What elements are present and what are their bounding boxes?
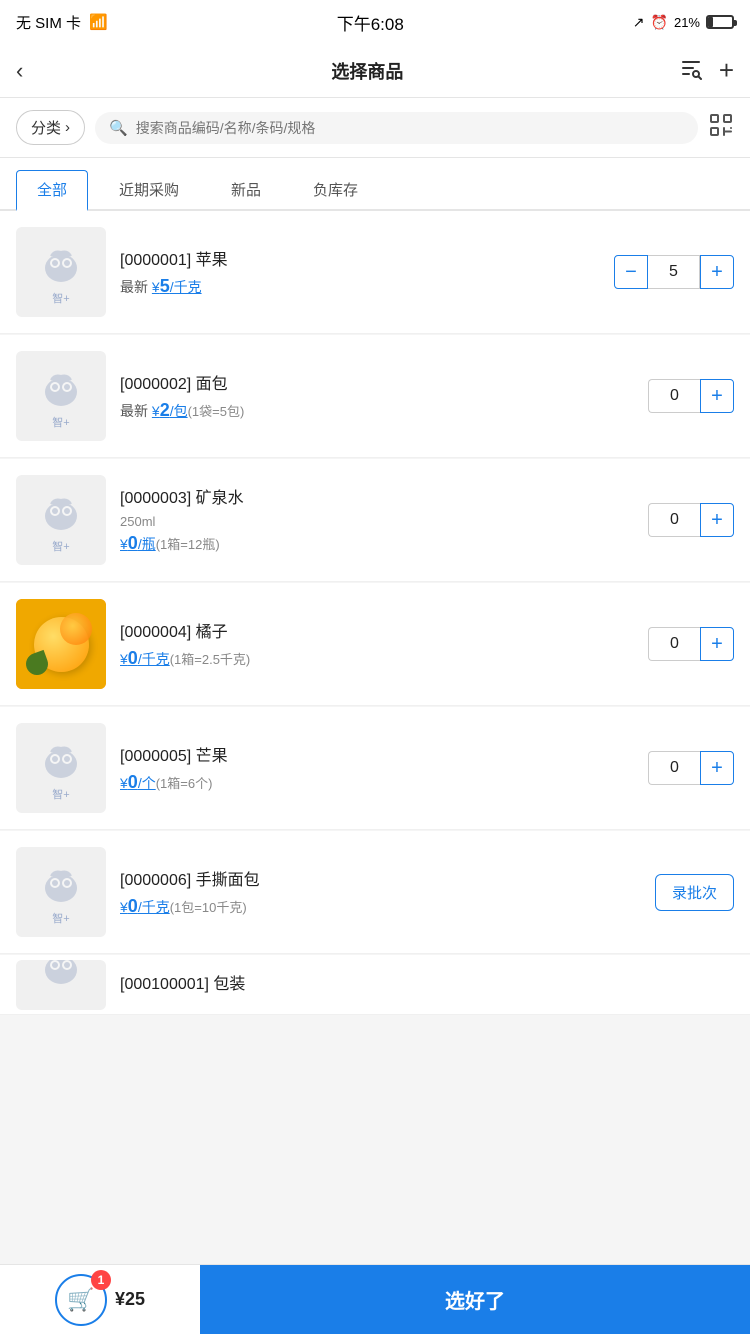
qty-plus-button[interactable]: + (700, 627, 734, 661)
filter-icon[interactable] (679, 56, 703, 86)
product-price: ¥0/千克(1箱=2.5千克) (120, 648, 634, 669)
product-name: [0000002] 面包 (120, 370, 634, 394)
qty-input[interactable] (648, 627, 700, 661)
qty-control: + (648, 751, 734, 785)
qty-plus-button[interactable]: + (700, 379, 734, 413)
status-left: 无 SIM 卡 📶 (16, 12, 108, 33)
product-item: 智+ [0000006] 手撕面包 ¥0/千克(1包=10千克) 录批次 (0, 831, 750, 954)
product-item: 智+ [0000003] 矿泉水 250ml ¥0/瓶(1箱=12瓶) + (0, 459, 750, 582)
status-bar: 无 SIM 卡 📶 下午6:08 ↗ ⏰ 21% (0, 0, 750, 44)
product-price: ¥0/千克(1包=10千克) (120, 896, 641, 917)
category-label: 分类 (31, 117, 61, 138)
product-info: [0000001] 苹果 最新 ¥5/千克 (120, 246, 600, 299)
product-item: [0000004] 橘子 ¥0/千克(1箱=2.5千克) + (0, 583, 750, 706)
product-info: [0000005] 芒果 ¥0/个(1箱=6个) (120, 742, 634, 795)
status-right: ↗ ⏰ 21% (633, 14, 734, 31)
tab-recent[interactable]: 近期采购 (98, 170, 200, 209)
page-title: 选择商品 (331, 58, 403, 84)
qty-input[interactable] (648, 255, 700, 289)
bottom-bar: 🛒 1 ¥25 选好了 (0, 1264, 750, 1334)
cart-total: ¥25 (115, 1289, 145, 1310)
cart-icon-symbol: 🛒 (67, 1287, 94, 1313)
product-image (16, 960, 106, 1010)
qty-control: + (648, 503, 734, 537)
product-name: [000100001] 包装 (120, 970, 734, 994)
product-info: [0000004] 橘子 ¥0/千克(1箱=2.5千克) (120, 618, 634, 671)
nav-bar: ‹ 选择商品 + (0, 44, 750, 98)
product-name: [0000006] 手撕面包 (120, 866, 641, 890)
battery-label: 21% (674, 15, 700, 30)
search-icon: 🔍 (109, 119, 128, 137)
product-name: [0000001] 苹果 (120, 246, 600, 270)
search-input[interactable] (136, 120, 684, 136)
carrier-label: 无 SIM 卡 (16, 12, 81, 33)
product-info: [000100001] 包装 (120, 970, 734, 1000)
product-name: [0000004] 橘子 (120, 618, 634, 642)
location-icon: ↗ (633, 14, 645, 31)
product-info: [0000002] 面包 最新 ¥2/包(1袋=5包) (120, 370, 634, 423)
product-info: [0000006] 手撕面包 ¥0/千克(1包=10千克) (120, 866, 641, 919)
tab-bar: 全部 近期采购 新品 负库存 (0, 158, 750, 211)
product-list: 智+ [0000001] 苹果 最新 ¥5/千克 − + (0, 211, 750, 1015)
product-price: ¥0/瓶(1箱=12瓶) (120, 533, 634, 554)
product-item: 智+ [0000005] 芒果 ¥0/个(1箱=6个) + (0, 707, 750, 830)
confirm-button[interactable]: 选好了 (200, 1265, 750, 1334)
cart-badge: 1 (91, 1270, 111, 1290)
product-name: [0000005] 芒果 (120, 742, 634, 766)
qty-plus-button[interactable]: + (700, 503, 734, 537)
tab-negative[interactable]: 负库存 (292, 170, 379, 209)
product-price: ¥0/个(1箱=6个) (120, 772, 634, 793)
product-item: 智+ [0000002] 面包 最新 ¥2/包(1袋=5包) + (0, 335, 750, 458)
product-image: 智+ (16, 227, 106, 317)
product-image: 智+ (16, 723, 106, 813)
wifi-icon: 📶 (89, 13, 108, 31)
product-price: 最新 ¥2/包(1袋=5包) (120, 400, 634, 421)
back-button[interactable]: ‹ (16, 58, 56, 84)
chevron-right-icon: › (65, 119, 70, 136)
product-image: 智+ (16, 847, 106, 937)
batch-button[interactable]: 录批次 (655, 874, 734, 911)
product-item: [000100001] 包装 (0, 955, 750, 1015)
product-image (16, 599, 106, 689)
filter-bar: 分类 › 🔍 (0, 98, 750, 158)
product-image: 智+ (16, 475, 106, 565)
product-info: [0000003] 矿泉水 250ml ¥0/瓶(1箱=12瓶) (120, 484, 634, 556)
qty-plus-button[interactable]: + (700, 255, 734, 289)
cart-section: 🛒 1 ¥25 (0, 1274, 200, 1326)
product-name: [0000003] 矿泉水 (120, 484, 634, 508)
status-time: 下午6:08 (337, 10, 404, 35)
alarm-icon: ⏰ (651, 14, 668, 31)
product-item: 智+ [0000001] 苹果 最新 ¥5/千克 − + (0, 211, 750, 334)
scan-icon[interactable] (708, 112, 734, 144)
qty-plus-button[interactable]: + (700, 751, 734, 785)
qty-input[interactable] (648, 751, 700, 785)
qty-control: + (648, 379, 734, 413)
search-wrap: 🔍 (95, 112, 698, 144)
nav-actions: + (679, 55, 734, 86)
product-image: 智+ (16, 351, 106, 441)
add-icon[interactable]: + (719, 55, 734, 86)
qty-control: − + (614, 255, 734, 289)
qty-control: + (648, 627, 734, 661)
tab-all[interactable]: 全部 (16, 170, 88, 211)
cart-icon[interactable]: 🛒 1 (55, 1274, 107, 1326)
battery-icon (706, 15, 734, 29)
product-spec: 250ml (120, 514, 634, 529)
category-button[interactable]: 分类 › (16, 110, 85, 145)
qty-minus-button[interactable]: − (614, 255, 648, 289)
product-price: 最新 ¥5/千克 (120, 276, 600, 297)
tab-new[interactable]: 新品 (210, 170, 282, 209)
qty-input[interactable] (648, 379, 700, 413)
qty-input[interactable] (648, 503, 700, 537)
